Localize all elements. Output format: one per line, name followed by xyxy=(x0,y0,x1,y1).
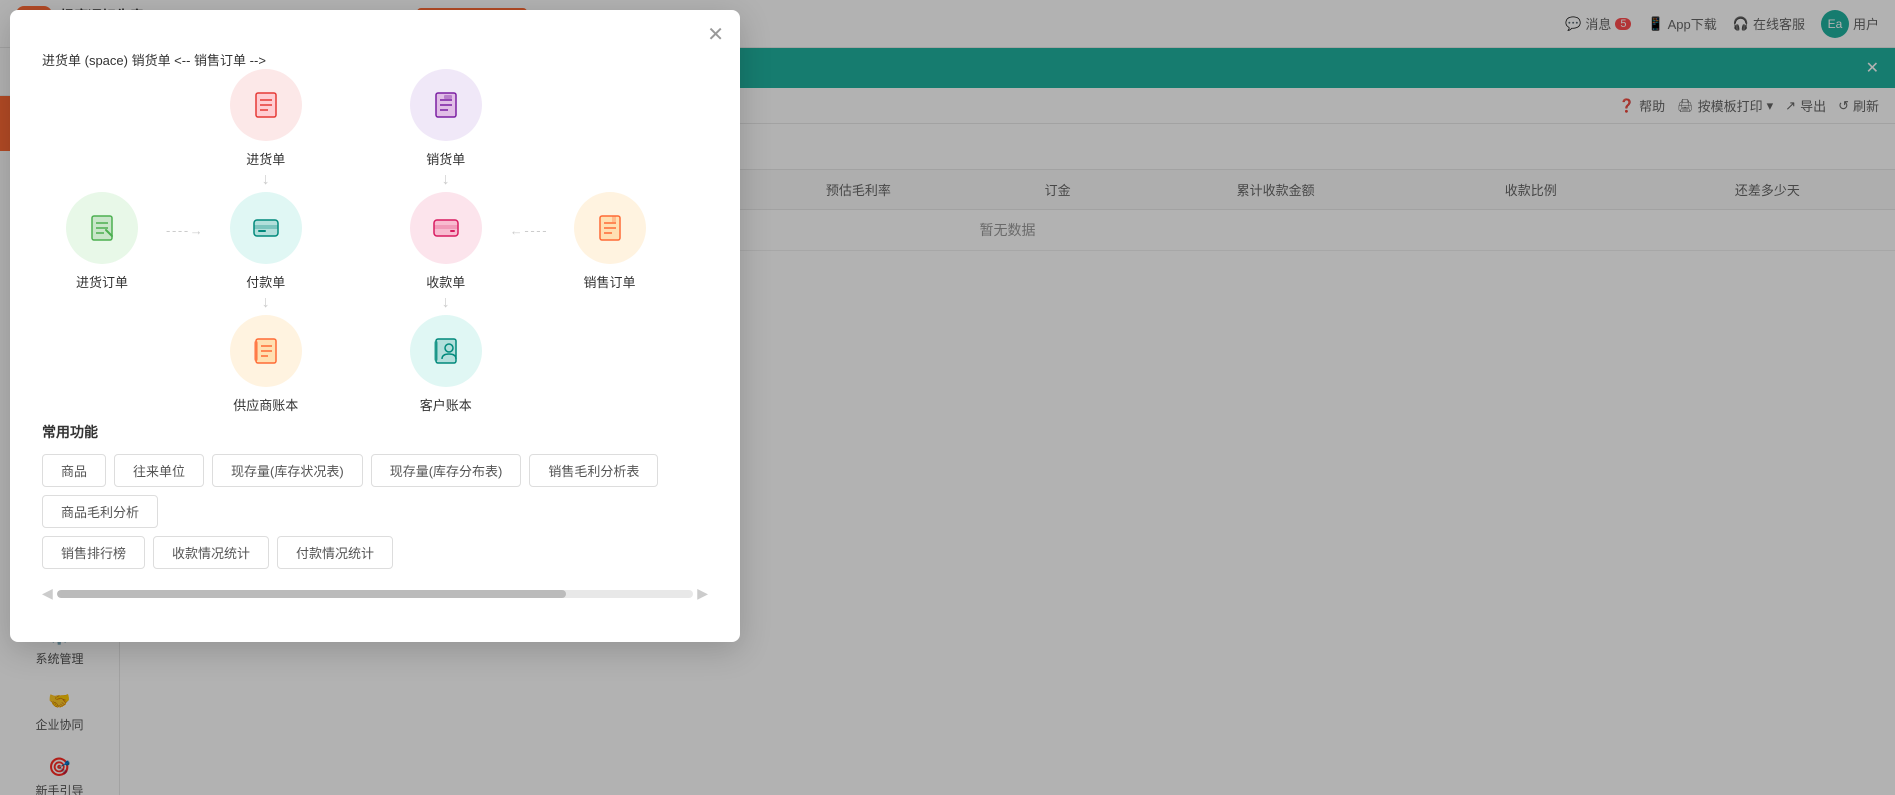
func-buttons-row1: 商品 往来单位 现存量(库存状况表) 现存量(库存分布表) 销售毛利分析表 商品… xyxy=(120,454,708,528)
sales-order-icon xyxy=(574,192,646,264)
flow-node-purchase-bill[interactable]: 进货单 xyxy=(206,69,326,168)
flow-node-customer-ledger[interactable]: 客户账本 xyxy=(386,315,506,414)
sales-bill-icon xyxy=(410,69,482,141)
receipt-label: 收款单 xyxy=(426,272,465,291)
down-arrow-sales: ↓ xyxy=(442,172,450,188)
purchase-order-label: 进货订单 xyxy=(120,272,128,291)
flow-node-sales-order[interactable]: 销售订单 xyxy=(550,192,670,291)
supplier-ledger-label: 供应商账本 xyxy=(233,395,298,414)
customer-ledger-label: 客户账本 xyxy=(420,395,472,414)
func-btn-partners[interactable]: 往来单位 xyxy=(120,454,204,487)
flow-col-sales: 销货单 ↓ xyxy=(386,69,506,414)
customer-ledger-icon xyxy=(410,315,482,387)
scrollbar-track[interactable] xyxy=(120,590,693,598)
flow-node-payment[interactable]: 付款单 xyxy=(206,192,326,291)
func-btn-sales-margin[interactable]: 销售毛利分析表 xyxy=(529,454,658,487)
down-arrow-payment: ↓ xyxy=(262,295,270,311)
modal-scrollbar-container: ◀ ▶ xyxy=(120,585,708,602)
purchase-bill-icon xyxy=(230,69,302,141)
common-funcs-title: 常用功能 xyxy=(120,422,708,442)
purchase-bill-label: 进货单 xyxy=(246,149,285,168)
payment-icon xyxy=(230,192,302,264)
quick-nav-modal: ✕ 进货单 (space) 销货单 <-- 销售订单 --> xyxy=(120,48,740,642)
flow-node-purchase-order[interactable]: 进货订单 xyxy=(120,192,162,291)
flow-node-supplier-ledger[interactable]: 供应商账本 xyxy=(206,315,326,414)
purchase-order-icon xyxy=(120,192,138,264)
func-buttons-row2: 销售排行榜 收款情况统计 付款情况统计 xyxy=(120,536,708,569)
func-btn-receipt-stats[interactable]: 收款情况统计 xyxy=(153,536,269,569)
flow-node-sales-bill[interactable]: 销货单 xyxy=(386,69,506,168)
receipt-icon xyxy=(410,192,482,264)
func-btn-stock-dist[interactable]: 现存量(库存分布表) xyxy=(371,454,522,487)
sales-order-label: 销售订单 xyxy=(584,272,636,291)
scrollbar-thumb xyxy=(120,590,566,598)
supplier-ledger-icon xyxy=(230,315,302,387)
down-arrow-receipt: ↓ xyxy=(442,295,450,311)
payment-label: 付款单 xyxy=(246,272,285,291)
func-btn-goods-margin[interactable]: 商品毛利分析 xyxy=(120,495,158,528)
scroll-right-icon[interactable]: ▶ xyxy=(697,585,708,602)
func-btn-stock-status[interactable]: 现存量(库存状况表) xyxy=(212,454,363,487)
down-arrow-purchase: ↓ xyxy=(262,172,270,188)
modal-overlay: ✕ 进货单 (space) 销货单 <-- 销售订单 --> xyxy=(120,48,1895,795)
sales-bill-label: 销货单 xyxy=(426,149,465,168)
common-functions-section: 常用功能 商品 往来单位 现存量(库存状况表) 现存量(库存分布表) 销售毛利分… xyxy=(120,422,708,569)
flow-col-purchase: 进货单 ↓ xyxy=(206,69,326,414)
func-btn-payment-stats[interactable]: 付款情况统计 xyxy=(277,536,393,569)
flow-node-receipt[interactable]: 收款单 xyxy=(386,192,506,291)
func-btn-sales-rank[interactable]: 销售排行榜 xyxy=(120,536,145,569)
